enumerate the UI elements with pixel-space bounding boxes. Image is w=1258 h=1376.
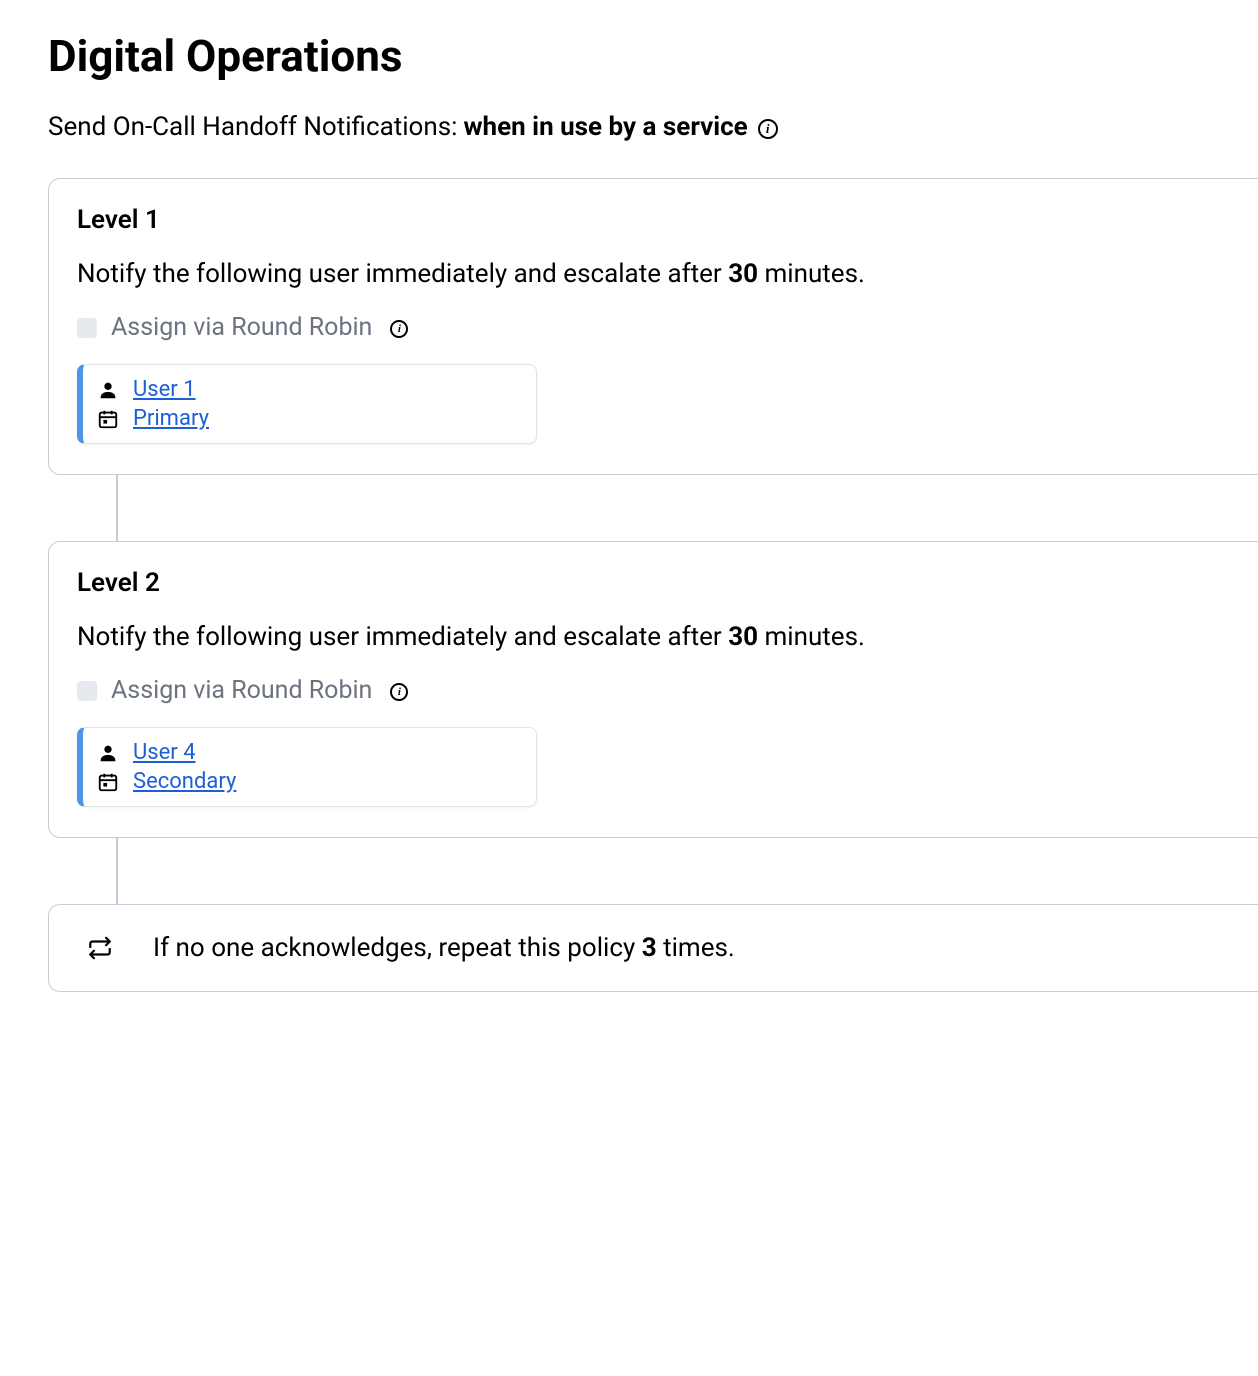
page-title: Digital Operations	[48, 30, 1258, 82]
repeat-prefix: If no one acknowledges, repeat this poli…	[153, 933, 635, 963]
handoff-notification-row: Send On-Call Handoff Notifications: when…	[48, 112, 1258, 142]
repeat-text: If no one acknowledges, repeat this poli…	[153, 933, 735, 963]
level-desc-suffix: minutes.	[764, 622, 864, 652]
round-robin-row: Assign via Round Robin i	[77, 313, 1230, 342]
escalation-level-card: Level 2 Notify the following user immedi…	[48, 541, 1258, 838]
user-link[interactable]: User 1	[133, 377, 196, 402]
handoff-value: when in use by a service	[463, 112, 747, 142]
repeat-icon	[87, 935, 113, 961]
level-connector	[116, 475, 118, 541]
round-robin-row: Assign via Round Robin i	[77, 676, 1230, 705]
round-robin-label: Assign via Round Robin	[111, 676, 372, 705]
user-link[interactable]: User 4	[133, 740, 196, 765]
info-icon[interactable]: i	[758, 119, 778, 139]
level-desc-minutes: 30	[728, 259, 758, 289]
user-icon	[97, 379, 119, 401]
level-desc-prefix: Notify the following user immediately an…	[77, 622, 722, 652]
responder-user-row: User 4	[97, 738, 518, 767]
calendar-icon	[97, 771, 119, 793]
level-connector	[116, 838, 118, 904]
info-icon[interactable]: i	[390, 320, 408, 338]
responder-schedule-row: Secondary	[97, 767, 518, 796]
level-description: Notify the following user immediately an…	[77, 259, 1230, 289]
schedule-link[interactable]: Primary	[133, 406, 209, 431]
repeat-suffix: times.	[663, 933, 735, 963]
level-title: Level 2	[77, 568, 1230, 598]
user-icon	[97, 742, 119, 764]
schedule-link[interactable]: Secondary	[133, 769, 236, 794]
calendar-icon	[97, 408, 119, 430]
responder-card: User 4 Secondary	[77, 727, 537, 807]
escalation-level-card: Level 1 Notify the following user immedi…	[48, 178, 1258, 475]
level-desc-suffix: minutes.	[764, 259, 864, 289]
repeat-policy-card: If no one acknowledges, repeat this poli…	[48, 904, 1258, 992]
responder-schedule-row: Primary	[97, 404, 518, 433]
level-desc-prefix: Notify the following user immediately an…	[77, 259, 722, 289]
handoff-label: Send On-Call Handoff Notifications:	[48, 112, 457, 142]
info-icon[interactable]: i	[390, 683, 408, 701]
repeat-count: 3	[642, 933, 657, 963]
round-robin-label: Assign via Round Robin	[111, 313, 372, 342]
round-robin-checkbox[interactable]	[77, 681, 97, 701]
responder-card: User 1 Primary	[77, 364, 537, 444]
responder-user-row: User 1	[97, 375, 518, 404]
round-robin-checkbox[interactable]	[77, 318, 97, 338]
level-title: Level 1	[77, 205, 1230, 235]
level-description: Notify the following user immediately an…	[77, 622, 1230, 652]
level-desc-minutes: 30	[728, 622, 758, 652]
